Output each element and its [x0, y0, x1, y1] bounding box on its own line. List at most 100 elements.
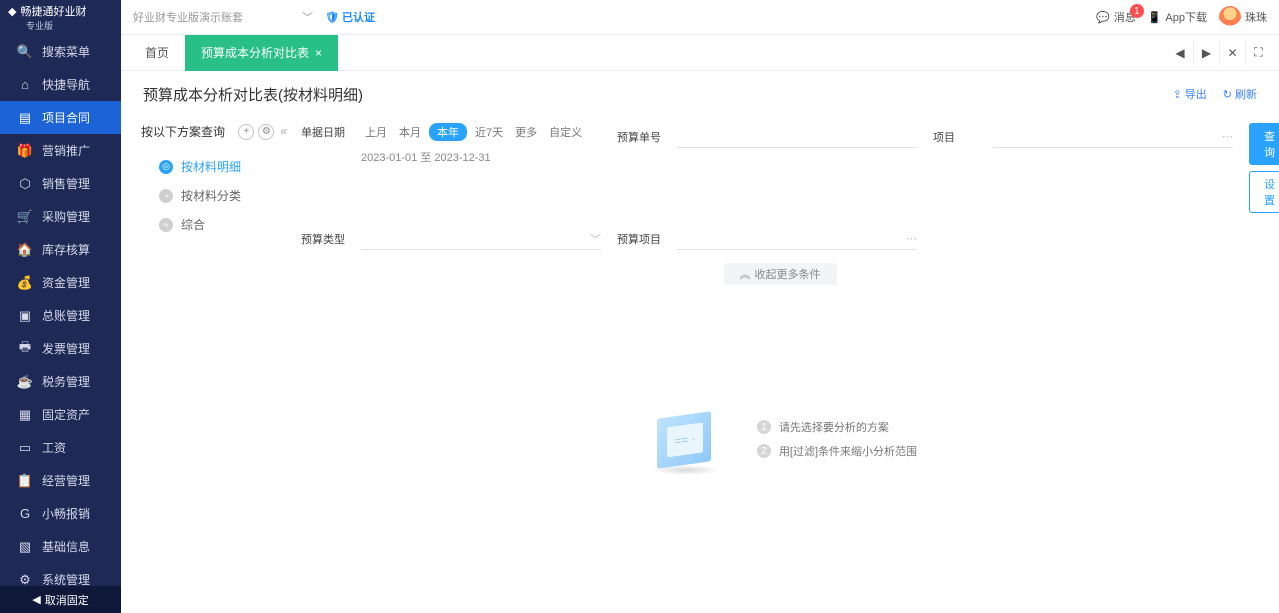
sidebar-item-quicknav[interactable]: ⌂快捷导航 — [0, 68, 121, 101]
date-tag-more[interactable]: 更多 — [511, 123, 541, 141]
scheme-panel: 按以下方案查询 + ⚙ « ◎按材料明细 ◔按材料分类 ≈综合 — [141, 117, 289, 593]
sidebar-item-purchase[interactable]: 🛒采购管理 — [0, 200, 121, 233]
hex-icon: ⬡ — [18, 177, 32, 191]
home-icon: ⌂ — [18, 78, 32, 92]
unpin-button[interactable]: ◀取消固定 — [0, 586, 121, 613]
budget-type-select[interactable]: ﹀ — [361, 228, 601, 250]
pin-icon: ◀ — [32, 593, 40, 606]
sidebar-item-baseinfo[interactable]: ▧基础信息 — [0, 530, 121, 563]
sidebar-item-system[interactable]: ⚙系统管理 — [0, 563, 121, 586]
date-tag-thisyear[interactable]: 本年 — [429, 123, 467, 141]
g-icon: G — [18, 507, 32, 521]
tab-closeall-button[interactable]: ✕ — [1219, 40, 1245, 66]
sidebar-item-inventory[interactable]: 🏠库存核算 — [0, 233, 121, 266]
clipboard-icon: 📋 — [18, 474, 32, 488]
shield-icon: 🛡 — [325, 11, 339, 24]
sidebar-item-invoice[interactable]: 🖶发票管理 — [0, 332, 121, 365]
budget-item-label: 预算项目 — [617, 231, 669, 247]
chevron-up-icon: ︽ — [740, 266, 751, 282]
verified-badge: 🛡已认证 — [325, 9, 375, 25]
project-label: 项目 — [933, 129, 985, 145]
sidebar-item-tax[interactable]: ☕税务管理 — [0, 365, 121, 398]
tab-budget-analysis[interactable]: 预算成本分析对比表 × — [185, 35, 338, 71]
collapse-scheme-button[interactable]: « — [278, 124, 289, 140]
main-area: 好业财专业版演示账套 ﹀ 🛡已认证 💬 消息 1 📱App下载 珠珠 首页 预算… — [121, 0, 1279, 613]
tip-badge: 2 — [757, 444, 771, 458]
warehouse-icon: 🏠 — [18, 243, 32, 257]
tabbar-tools: ◀ ▶ ✕ ⛶ — [1167, 40, 1271, 66]
budget-item-input[interactable]: ⋯ — [677, 228, 917, 250]
printer-icon: 🖶 — [18, 342, 32, 356]
sidebar-menu: 🔍搜索菜单 ⌂快捷导航 ▤项目合同 🎁营销推广 ⬡销售管理 🛒采购管理 🏠库存核… — [0, 35, 121, 586]
date-tag-7days[interactable]: 近7天 — [471, 123, 507, 141]
budget-no-label: 预算单号 — [617, 129, 669, 145]
date-tag-custom[interactable]: 自定义 — [545, 123, 586, 141]
logo-icon: ◆ — [8, 5, 16, 18]
gift-icon: 🎁 — [18, 144, 32, 158]
tab-next-button[interactable]: ▶ — [1193, 40, 1219, 66]
message-icon: 💬 — [1096, 11, 1110, 24]
sidebar-item-operations[interactable]: 📋经营管理 — [0, 464, 121, 497]
money-icon: 💰 — [18, 276, 32, 290]
sidebar-item-ledger[interactable]: ▣总账管理 — [0, 299, 121, 332]
date-tag-thismonth[interactable]: 本月 — [395, 123, 425, 141]
sidebar-item-sales[interactable]: ⬡销售管理 — [0, 167, 121, 200]
grid2-icon: ▧ — [18, 540, 32, 554]
sidebar-item-search[interactable]: 🔍搜索菜单 — [0, 35, 121, 68]
messages-button[interactable]: 💬 消息 1 — [1096, 9, 1136, 25]
app-edition: 专业版 — [26, 19, 113, 32]
contract-icon: ▤ — [18, 111, 32, 125]
scheme-header: 按以下方案查询 — [141, 123, 225, 140]
date-label: 单据日期 — [301, 124, 353, 140]
sidebar-item-salary[interactable]: ▭工资 — [0, 431, 121, 464]
refresh-icon: ↻ — [1223, 88, 1232, 101]
sidebar-item-project-contract[interactable]: ▤项目合同 — [0, 101, 121, 134]
app-name: 畅捷通好业财 — [20, 3, 86, 19]
chevron-down-icon: ﹀ — [590, 231, 601, 247]
sidebar-item-assets[interactable]: ▦固定资产 — [0, 398, 121, 431]
scheme-item-comprehensive[interactable]: ≈综合 — [141, 210, 289, 239]
empty-state: == · 1请先选择要分析的方案 2用[过滤]条件来缩小分析范围 — [301, 285, 1259, 593]
close-icon[interactable]: × — [315, 46, 322, 60]
scheme-item-material-category[interactable]: ◔按材料分类 — [141, 181, 289, 210]
export-button[interactable]: ⇪导出 — [1173, 86, 1207, 102]
scheme-item-material-detail[interactable]: ◎按材料明细 — [141, 152, 289, 181]
user-menu[interactable]: 珠珠 — [1219, 6, 1267, 28]
page-title: 预算成本分析对比表(按材料明细) — [143, 84, 363, 105]
query-button[interactable]: 查询 — [1249, 123, 1279, 165]
ledger-icon: ▣ — [18, 309, 32, 323]
grid-icon: ▦ — [18, 408, 32, 422]
sidebar-item-marketing[interactable]: 🎁营销推广 — [0, 134, 121, 167]
cup-icon: ☕ — [18, 375, 32, 389]
content: 按以下方案查询 + ⚙ « ◎按材料明细 ◔按材料分类 ≈综合 — [121, 117, 1279, 613]
budget-no-input[interactable] — [677, 126, 917, 148]
app-download-button[interactable]: 📱App下载 — [1148, 9, 1207, 25]
tip-row: 1请先选择要分析的方案 — [757, 415, 917, 439]
tab-home[interactable]: 首页 — [129, 35, 185, 71]
date-tag-lastmonth[interactable]: 上月 — [361, 123, 391, 141]
date-range: 2023-01-01 至 2023-12-31 — [361, 149, 491, 165]
app-logo: ◆ 畅捷通好业财 专业版 — [0, 0, 121, 35]
sidebar-item-xiaochang[interactable]: G小畅报销 — [0, 497, 121, 530]
refresh-button[interactable]: ↻刷新 — [1223, 86, 1257, 102]
add-scheme-button[interactable]: + — [238, 124, 254, 140]
tip-badge: 1 — [757, 420, 771, 434]
tab-prev-button[interactable]: ◀ — [1167, 40, 1193, 66]
budget-type-label: 预算类型 — [301, 231, 353, 247]
project-input[interactable]: ⋯ — [993, 126, 1233, 148]
more-icon: ⋯ — [1222, 130, 1233, 143]
chevron-down-icon: ﹀ — [302, 9, 313, 25]
account-selector[interactable]: 好业财专业版演示账套 ﹀ — [133, 9, 313, 25]
gear-icon: ⚙ — [18, 573, 32, 587]
filter-settings-button[interactable]: 设置 — [1249, 171, 1279, 213]
collapse-filters-button[interactable]: ︽ 收起更多条件 — [724, 263, 837, 285]
filter-panel: 单据日期 上月 本月 本年 近7天 更多 自定义 2023 — [301, 117, 1259, 285]
sidebar-item-funds[interactable]: 💰资金管理 — [0, 266, 121, 299]
tabbar: 首页 预算成本分析对比表 × ◀ ▶ ✕ ⛶ — [121, 35, 1279, 71]
empty-illustration: == · — [643, 399, 733, 479]
fullscreen-button[interactable]: ⛶ — [1245, 40, 1271, 66]
target-icon: ◎ — [159, 160, 173, 174]
phone-icon: 📱 — [1148, 11, 1162, 24]
scheme-settings-button[interactable]: ⚙ — [258, 124, 274, 140]
tip-row: 2用[过滤]条件来缩小分析范围 — [757, 439, 917, 463]
